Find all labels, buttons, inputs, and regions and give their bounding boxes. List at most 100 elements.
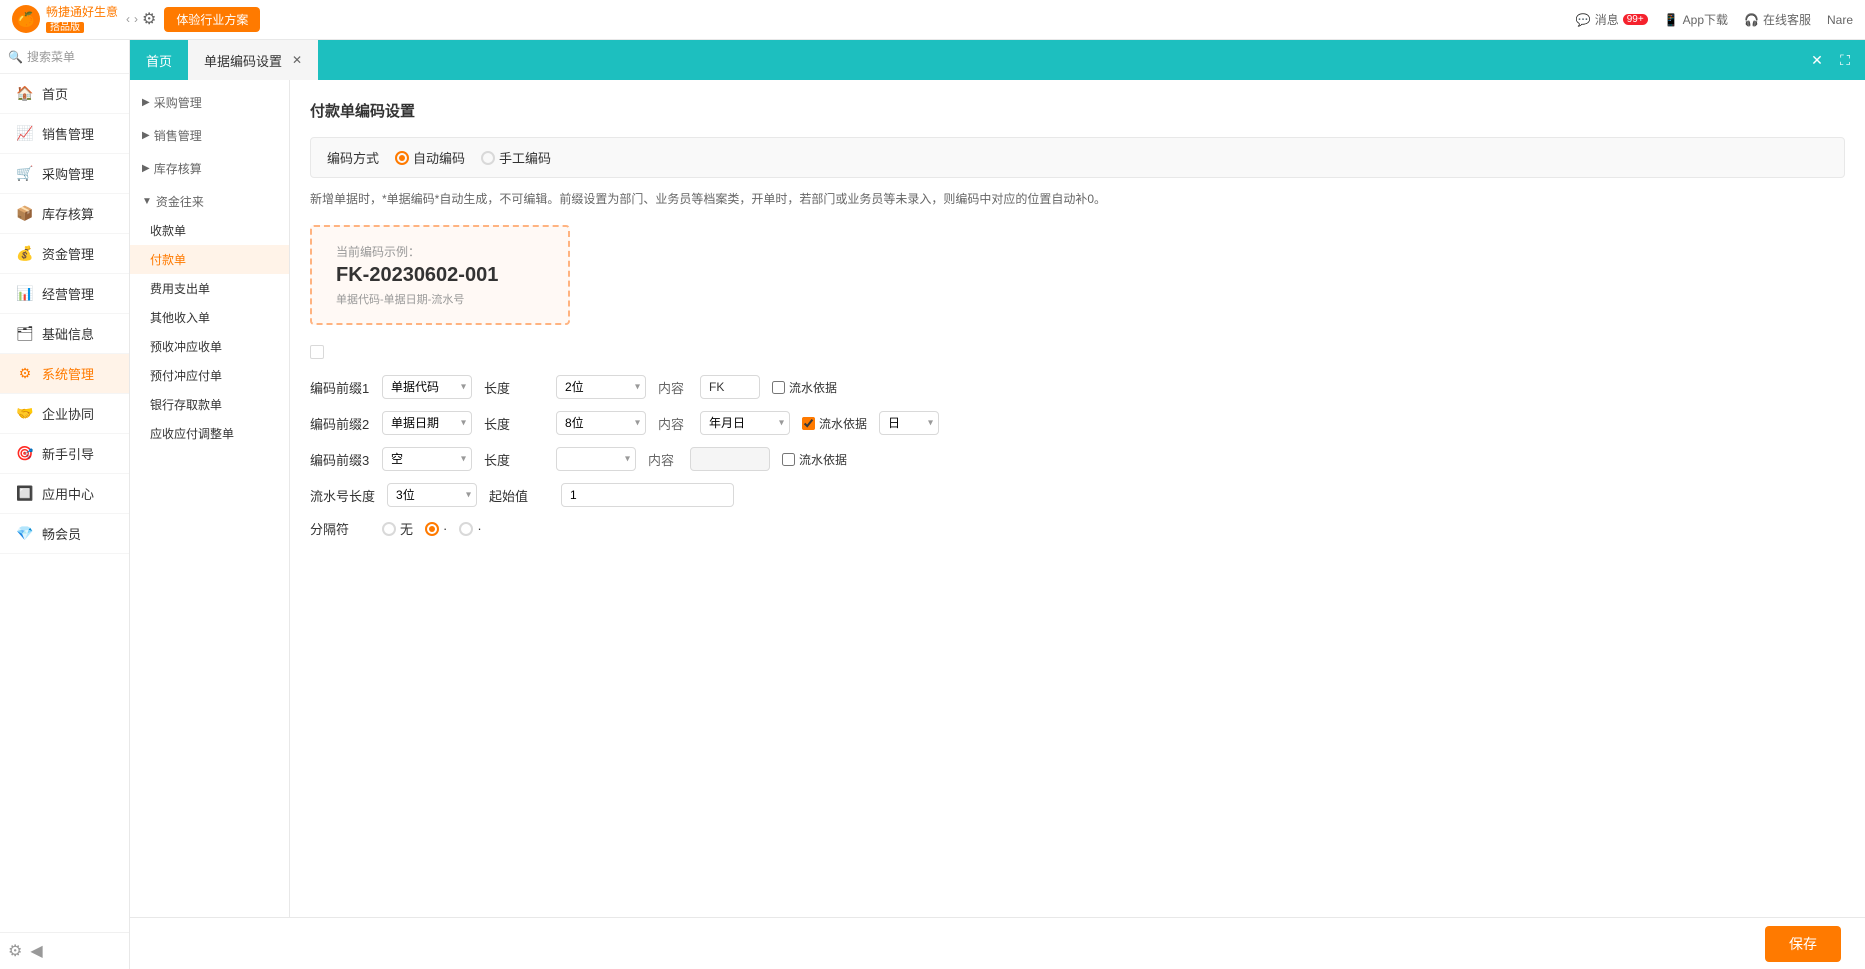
encoding-method-label: 编码方式 [327,148,379,167]
sep-none-radio[interactable]: 无 [382,519,413,538]
nav-right-arrow[interactable]: › [134,12,138,26]
trial-button[interactable]: 体验行业方案 [164,7,260,32]
nav-left-arrow[interactable]: ‹ [126,12,130,26]
arrow-right-icon: ▶ [142,97,150,108]
system-icon: ⚙ [16,365,34,383]
manual-encode-radio[interactable]: 手工编码 [481,148,551,167]
info-text: 新增单据时，*单据编码*自动生成，不可编辑。前缀设置为部门、业务员等档案类，开单… [310,190,1845,209]
sidebar-item-home[interactable]: 🏠 首页 [0,74,129,114]
sub-group-sales-title[interactable]: ▶ 销售管理 [130,121,289,150]
sidebar-item-enterprise[interactable]: 🤝 企业协同 [0,394,129,434]
content1-input[interactable] [700,375,760,399]
length3-select[interactable] [556,447,636,471]
sidebar-item-system[interactable]: ⚙ 系统管理 [0,354,129,394]
sep-dash-circle [425,522,439,536]
sub-item-other-income[interactable]: 其他收入单 [130,303,289,332]
sidebar-bottom: ⚙ ◀ [0,932,129,969]
arrow-down-icon: ▼ [142,196,152,207]
page-title: 付款单编码设置 [310,100,1845,121]
enterprise-icon: 🤝 [16,405,34,423]
auto-encode-radio[interactable]: 自动编码 [395,148,465,167]
sidebar-settings-btn[interactable]: ⚙ [8,941,22,961]
serial-length-wrapper: 3位 [387,483,477,507]
encoding-method-row: 编码方式 自动编码 手工编码 [310,137,1845,178]
content3-input[interactable] [690,447,770,471]
liushui1-check[interactable] [772,381,785,394]
length2-select[interactable]: 8位 [556,411,646,435]
sub-layout: ▶ 采购管理 ▶ 销售管理 ▶ 库存核算 [130,80,1865,917]
prefix2-select[interactable]: 单据日期 [382,411,472,435]
liushui2-unit-select[interactable]: 日 [879,411,939,435]
sub-item-payment[interactable]: 付款单 [130,245,289,274]
service-icon: 🎧 [1744,13,1759,27]
vip-icon: 💎 [16,525,34,543]
operation-icon: 📊 [16,285,34,303]
sub-item-prepay-offset[interactable]: 预付冲应付单 [130,361,289,390]
online-service-item[interactable]: 🎧 在线客服 [1744,11,1811,28]
sub-group-inventory-title[interactable]: ▶ 库存核算 [130,154,289,183]
bottom-bar: 保存 [130,917,1865,969]
length1-select[interactable]: 2位 [556,375,646,399]
auto-encode-radio-circle [395,151,409,165]
prefix1-select-wrapper: 单据代码 [382,375,472,399]
tab-close-window-icon[interactable]: ✕ [1805,48,1829,72]
liushui3-check[interactable] [782,453,795,466]
sep-dot-radio[interactable]: · [459,521,481,536]
sep-dot-circle [459,522,473,536]
message-item[interactable]: 💬 消息 99+ [1576,11,1648,28]
prefix1-select[interactable]: 单据代码 [382,375,472,399]
preview-box: 当前编码示例： FK-20230602-001 单据代码-单据日期-流水号 [310,225,570,325]
sidebar-item-basic[interactable]: 🗂 基础信息 [0,314,129,354]
sidebar-item-vip[interactable]: 💎 畅会员 [0,514,129,554]
tab-close-icon[interactable]: ✕ [292,53,302,67]
finance-icon: 💰 [16,245,34,263]
settings-icon[interactable]: ⚙ [142,9,156,29]
sub-group-funds-title[interactable]: ▼ 资金往来 [130,187,289,216]
sub-group-purchase-title[interactable]: ▶ 采购管理 [130,88,289,117]
tab-expand-icon[interactable]: ⛶ [1833,48,1857,72]
sub-item-expense[interactable]: 费用支出单 [130,274,289,303]
liushui3-checkbox[interactable]: 流水依据 [782,451,847,468]
main-container: 🔍 搜索菜单 🏠 首页 📈 销售管理 🛒 采购管理 📦 库存核算 💰 资金管理 … [0,40,1865,969]
sidebar-search[interactable]: 🔍 搜索菜单 [0,40,129,74]
sidebar-item-sales[interactable]: 📈 销售管理 [0,114,129,154]
arrow-right-icon: ▶ [142,163,150,174]
sidebar-item-guide[interactable]: 🎯 新手引导 [0,434,129,474]
start-value-input[interactable]: 1 [561,483,734,507]
sidebar-item-inventory[interactable]: 📦 库存核算 [0,194,129,234]
search-icon: 🔍 [8,50,23,64]
tab-bar-actions: ✕ ⛶ [1805,48,1865,72]
prefix3-row: 编码前缀3 空 长度 内容 [310,447,1845,471]
liushui2-checkbox[interactable]: 流水依据 [802,415,867,432]
prefix3-select-wrapper: 空 [382,447,472,471]
tab-home[interactable]: 首页 [130,40,188,80]
app-download-item[interactable]: 📱 App下载 [1664,11,1728,28]
liushui2-check[interactable] [802,417,815,430]
serial-length-select[interactable]: 3位 [387,483,477,507]
sidebar-item-operation[interactable]: 📊 经营管理 [0,274,129,314]
prefix3-select[interactable]: 空 [382,447,472,471]
content2-select[interactable]: 年月日 [700,411,790,435]
sub-item-bank[interactable]: 银行存取款单 [130,390,289,419]
auto-fill-checkbox[interactable] [310,345,324,359]
sidebar-item-finance[interactable]: 💰 资金管理 [0,234,129,274]
save-button[interactable]: 保存 [1765,926,1841,962]
user-profile[interactable]: Nare [1827,13,1853,27]
top-bar: 🍊 畅捷通好生意 搭品版 ‹ › ⚙ 体验行业方案 💬 消息 99+ 📱 App… [0,0,1865,40]
sales-icon: 📈 [16,125,34,143]
prefix2-select-wrapper: 单据日期 [382,411,472,435]
liushui1-checkbox[interactable]: 流水依据 [772,379,837,396]
sub-item-receipt[interactable]: 收款单 [130,216,289,245]
message-icon: 💬 [1576,13,1591,27]
prefix1-label: 编码前缀1 [310,378,370,397]
sep-none-circle [382,522,396,536]
sub-item-prepaid-offset[interactable]: 预收冲应收单 [130,332,289,361]
tab-encoding-settings[interactable]: 单据编码设置 ✕ [188,40,318,80]
sep-dash-radio[interactable]: · [425,521,447,536]
length1-select-wrapper: 2位 [556,375,646,399]
logo-text: 畅捷通好生意 搭品版 [46,5,118,34]
sidebar-collapse-btn[interactable]: ◀ [30,941,42,961]
sidebar-item-purchase[interactable]: 🛒 采购管理 [0,154,129,194]
sub-item-adjustment[interactable]: 应收应付调整单 [130,419,289,448]
sidebar-item-apps[interactable]: 🔲 应用中心 [0,474,129,514]
